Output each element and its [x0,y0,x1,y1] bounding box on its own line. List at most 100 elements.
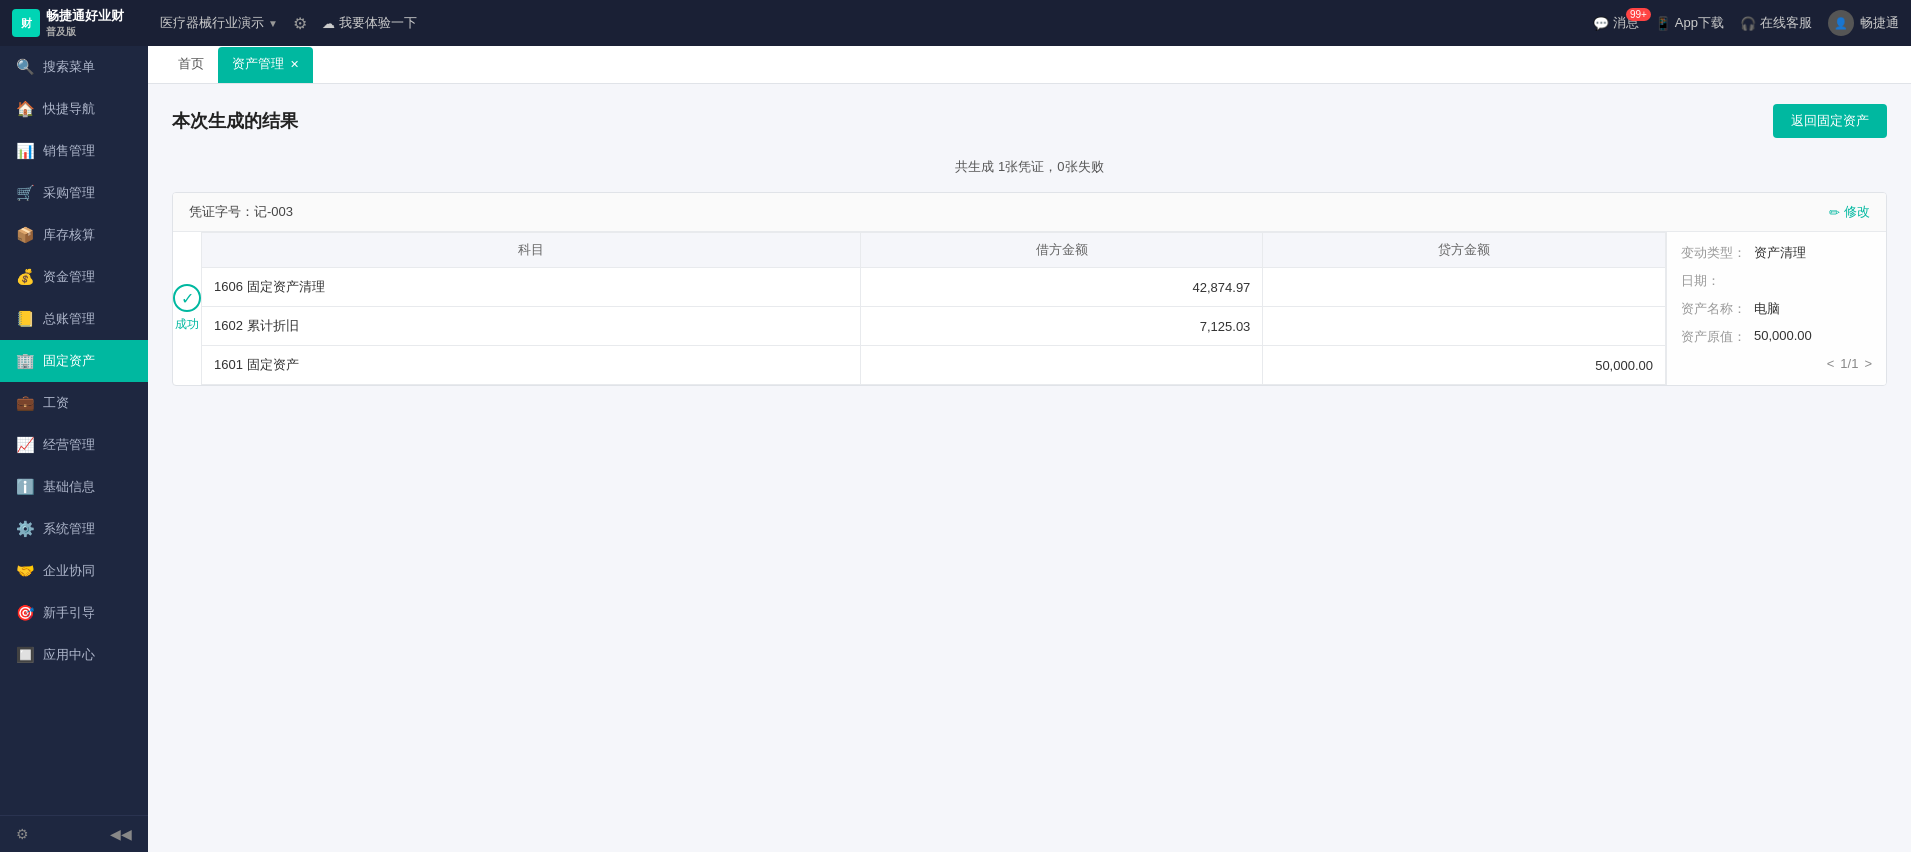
logo: 财 畅捷通好业财 普及版 [12,7,160,39]
sidebar-item-ledger[interactable]: 📒 总账管理 [0,298,148,340]
edit-button[interactable]: ✏ 修改 [1829,203,1870,221]
check-circle-icon: ✓ [173,284,201,312]
fixed-assets-icon: 🏢 [16,352,35,370]
system-icon: ⚙️ [16,520,35,538]
company-selector[interactable]: 医疗器械行业演示 ▼ [160,14,278,32]
result-header: 本次生成的结果 返回固定资产 [172,104,1887,138]
online-service-button[interactable]: 🎧 在线客服 [1740,14,1812,32]
enterprise-label: 企业协同 [43,562,95,580]
status-text: 成功 [175,316,199,333]
purchase-icon: 🛒 [16,184,35,202]
sidebar-footer: ⚙ ◀◀ [0,815,148,852]
guide-icon: 🎯 [16,604,35,622]
sidebar-item-funds[interactable]: 💰 资金管理 [0,256,148,298]
sales-icon: 📊 [16,142,35,160]
quick-nav-icon: 🏠 [16,100,35,118]
voucher-header: 凭证字号：记-003 ✏ 修改 [173,193,1886,232]
asset-name-label: 资产名称： [1681,300,1746,318]
subject-cell: 1606 固定资产清理 [202,268,861,307]
sidebar-item-sales[interactable]: 📊 销售管理 [0,130,148,172]
tabs-bar: 首页 资产管理 ✕ [148,46,1911,84]
message-icon: 💬 [1593,16,1609,31]
col-subject: 科目 [202,233,861,268]
operations-icon: 📈 [16,436,35,454]
avatar: 👤 [1828,10,1854,36]
debit-cell [860,346,1263,385]
user-info[interactable]: 👤 畅捷通 [1828,10,1899,36]
original-value-value: 50,000.00 [1754,328,1812,346]
tab-asset-management[interactable]: 资产管理 ✕ [218,47,313,83]
sidebar-item-operations[interactable]: 📈 经营管理 [0,424,148,466]
search-label: 搜索菜单 [43,58,95,76]
inventory-label: 库存核算 [43,226,95,244]
top-bar-center: 医疗器械行业演示 ▼ ⚙ ☁ 我要体验一下 [160,9,1593,37]
date-label: 日期： [1681,272,1720,290]
message-button[interactable]: 💬 消息 99+ [1593,14,1639,32]
experience-button[interactable]: ☁ 我要体验一下 [322,14,417,32]
content-area: 首页 资产管理 ✕ 本次生成的结果 返回固定资产 共生成 1张凭证，0张失败 凭… [148,46,1911,852]
sidebar-item-search[interactable]: 🔍 搜索菜单 [0,46,148,88]
settings-footer-icon[interactable]: ⚙ [16,826,29,842]
success-indicator: ✓ 成功 [173,232,201,385]
sidebar-item-quick-nav[interactable]: 🏠 快捷导航 [0,88,148,130]
credit-cell [1263,268,1666,307]
message-badge: 99+ [1626,8,1651,21]
home-tab-label: 首页 [178,55,204,73]
sidebar-item-system[interactable]: ⚙️ 系统管理 [0,508,148,550]
sidebar-item-fixed-assets[interactable]: 🏢 固定资产 [0,340,148,382]
sidebar-item-guide[interactable]: 🎯 新手引导 [0,592,148,634]
tab-home[interactable]: 首页 [164,47,218,83]
service-icon: 🎧 [1740,16,1756,31]
top-bar-right: 💬 消息 99+ 📱 App下载 🎧 在线客服 👤 畅捷通 [1593,10,1899,36]
app-download-button[interactable]: 📱 App下载 [1655,14,1724,32]
basic-info-icon: ℹ️ [16,478,35,496]
logo-subtitle: 普及版 [46,25,124,39]
voucher-number: 凭证字号：记-003 [189,203,293,221]
cloud-icon: ☁ [322,16,335,31]
col-debit: 借方金额 [860,233,1263,268]
sidebar-item-payroll[interactable]: 💼 工资 [0,382,148,424]
tab-close-icon[interactable]: ✕ [290,58,299,71]
logo-text: 畅捷通好业财 普及版 [46,7,124,39]
asset-management-tab-label: 资产管理 [232,55,284,73]
credit-cell [1263,307,1666,346]
logo-title: 畅捷通好业财 [46,7,124,25]
purchase-label: 采购管理 [43,184,95,202]
subject-cell: 1602 累计折旧 [202,307,861,346]
quick-nav-label: 快捷导航 [43,100,95,118]
app-icon: 📱 [1655,16,1671,31]
debit-cell: 7,125.03 [860,307,1263,346]
voucher-table-section: 科目 借方金额 贷方金额 1606 固定资产清理 42,874.97 1602 … [201,232,1666,385]
sidebar-item-app-center[interactable]: 🔲 应用中心 [0,634,148,676]
voucher-table: 科目 借方金额 贷方金额 1606 固定资产清理 42,874.97 1602 … [201,232,1666,385]
top-bar: 财 畅捷通好业财 普及版 医疗器械行业演示 ▼ ⚙ ☁ 我要体验一下 💬 消息 … [0,0,1911,46]
sales-label: 销售管理 [43,142,95,160]
fixed-assets-label: 固定资产 [43,352,95,370]
change-type-label: 变动类型： [1681,244,1746,262]
summary-text: 共生成 1张凭证，0张失败 [955,159,1103,174]
collapse-icon[interactable]: ◀◀ [110,826,132,842]
operations-label: 经营管理 [43,436,95,454]
guide-label: 新手引导 [43,604,95,622]
company-name: 医疗器械行业演示 [160,14,264,32]
logo-icon: 财 [12,9,40,37]
sidebar-item-basic-info[interactable]: ℹ️ 基础信息 [0,466,148,508]
funds-label: 资金管理 [43,268,95,286]
app-center-icon: 🔲 [16,646,35,664]
inventory-icon: 📦 [16,226,35,244]
voucher-card: 凭证字号：记-003 ✏ 修改 ✓ 成功 [172,192,1887,386]
settings-icon[interactable]: ⚙ [286,9,314,37]
return-button[interactable]: 返回固定资产 [1773,104,1887,138]
sidebar-item-inventory[interactable]: 📦 库存核算 [0,214,148,256]
system-label: 系统管理 [43,520,95,538]
prev-page-icon[interactable]: < [1827,356,1835,371]
next-page-icon[interactable]: > [1864,356,1872,371]
pagination-info: 1/1 [1840,356,1858,371]
sidebar: 🔍 搜索菜单 🏠 快捷导航 📊 销售管理 🛒 采购管理 📦 库存核算 💰 资金管… [0,46,148,852]
sidebar-item-enterprise[interactable]: 🤝 企业协同 [0,550,148,592]
ledger-icon: 📒 [16,310,35,328]
sidebar-item-purchase[interactable]: 🛒 采购管理 [0,172,148,214]
subject-cell: 1601 固定资产 [202,346,861,385]
basic-info-label: 基础信息 [43,478,95,496]
voucher-body: ✓ 成功 科目 借方金额 贷方金额 [173,232,1886,385]
